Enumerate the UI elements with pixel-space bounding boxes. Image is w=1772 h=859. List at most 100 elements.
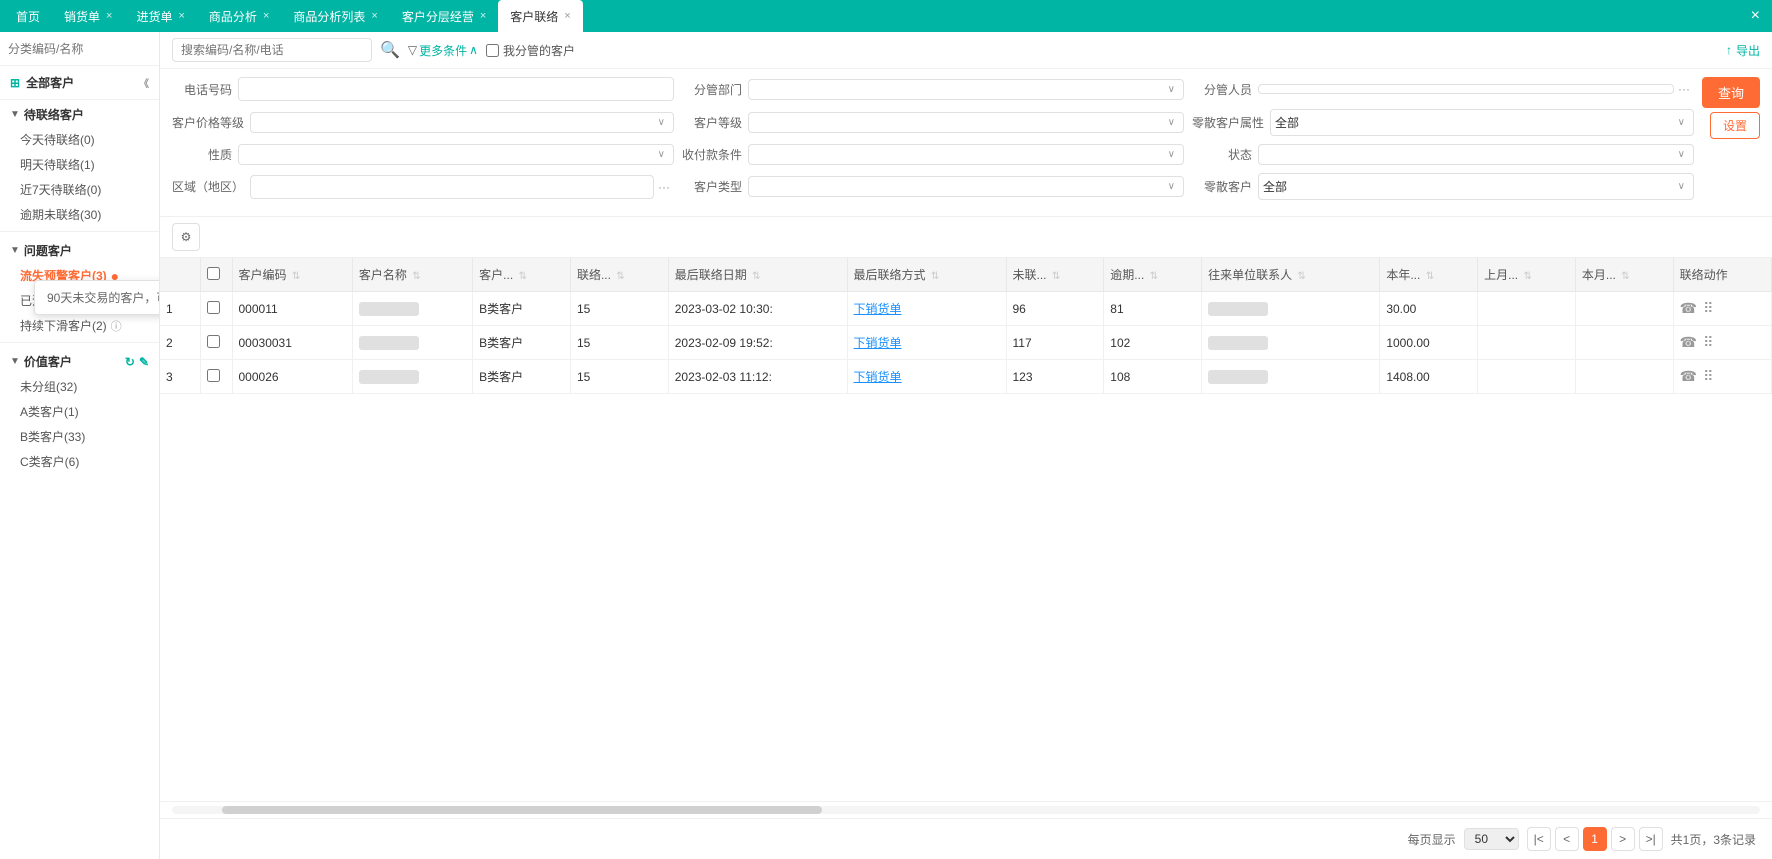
- action-contact-icon[interactable]: ☎: [1680, 334, 1697, 351]
- tab-purchase-order[interactable]: 进货单 ×: [124, 0, 196, 32]
- tab-close-customer-contact[interactable]: ×: [564, 10, 570, 22]
- sidebar-item-class-b[interactable]: B类客户(33): [0, 424, 159, 449]
- contact-method-link[interactable]: 下销货单: [854, 336, 902, 350]
- sidebar-all-customers[interactable]: ⊞ 全部客户 《: [0, 66, 159, 100]
- th-year-amount[interactable]: 本年... ⇅: [1380, 258, 1478, 292]
- th-overdue[interactable]: 逾期... ⇅: [1104, 258, 1202, 292]
- filter-ellipsis-person[interactable]: ···: [1674, 82, 1694, 96]
- edit-icon[interactable]: ✎: [139, 355, 149, 369]
- th-unit-contact[interactable]: 往来单位联系人 ⇅: [1202, 258, 1380, 292]
- filter-select-nature[interactable]: ∨: [238, 144, 674, 165]
- cell-last-method[interactable]: 下销货单: [847, 326, 1006, 360]
- refresh-icon[interactable]: ↻: [125, 355, 135, 369]
- chevron-customer-type: ∨: [1168, 181, 1175, 192]
- sidebar-item-7day-pending[interactable]: 近7天待联络(0): [0, 177, 159, 202]
- export-button[interactable]: ↑ 导出: [1726, 42, 1760, 59]
- action-more-icon[interactable]: ⠿: [1703, 368, 1713, 385]
- th-last-method[interactable]: 最后联络方式 ⇅: [847, 258, 1006, 292]
- sidebar-item-ungroup[interactable]: 未分组(32): [0, 374, 159, 399]
- sidebar-group-value-customers[interactable]: ▼ 价值客户 ↻ ✎: [0, 347, 159, 374]
- per-page-label: 每页显示: [1408, 831, 1456, 848]
- filter-select-person[interactable]: [1258, 84, 1674, 94]
- th-name[interactable]: 客户名称 ⇅: [352, 258, 472, 292]
- page-current[interactable]: 1: [1583, 827, 1607, 851]
- row-checkbox-2[interactable]: [207, 369, 220, 382]
- row-checkbox-1[interactable]: [207, 335, 220, 348]
- th-unlinked[interactable]: 未联... ⇅: [1006, 258, 1104, 292]
- filter-select-retail-attr[interactable]: 全部 ∨: [1270, 109, 1694, 136]
- sidebar-group-pending-contact[interactable]: ▼ 待联络客户: [0, 100, 159, 127]
- th-contact[interactable]: 联络... ⇅: [570, 258, 668, 292]
- per-page-select[interactable]: 50 100 200: [1464, 828, 1519, 850]
- sidebar-group-problem-customers[interactable]: ▼ 问题客户: [0, 236, 159, 263]
- sidebar-search-input[interactable]: [8, 42, 160, 56]
- filter-input-phone[interactable]: [238, 77, 674, 101]
- contact-method-link[interactable]: 下销货单: [854, 302, 902, 316]
- query-button[interactable]: 查询: [1702, 77, 1760, 108]
- filter-select-status[interactable]: ∨: [1258, 144, 1694, 165]
- th-code[interactable]: 客户编码 ⇅: [232, 258, 352, 292]
- tab-close-product-analysis[interactable]: ×: [263, 10, 269, 22]
- th-last-date[interactable]: 最后联络日期 ⇅: [668, 258, 847, 292]
- th-this-month[interactable]: 本月... ⇅: [1575, 258, 1673, 292]
- tab-sales-order[interactable]: 销货单 ×: [52, 0, 124, 32]
- cell-checkbox[interactable]: [200, 292, 232, 326]
- sidebar-item-class-c[interactable]: C类客户(6): [0, 449, 159, 474]
- tab-product-analysis-list[interactable]: 商品分析列表 ×: [281, 0, 389, 32]
- tab-close-purchase-order[interactable]: ×: [178, 10, 184, 22]
- page-last-btn[interactable]: >|: [1639, 827, 1663, 851]
- sidebar-item-overdue-pending[interactable]: 逾期未联络(30): [0, 202, 159, 227]
- sidebar-item-declining[interactable]: 持续下滑客户(2) ⓘ: [0, 313, 159, 338]
- action-contact-icon[interactable]: ☎: [1680, 300, 1697, 317]
- tab-product-analysis[interactable]: 商品分析 ×: [197, 0, 281, 32]
- tab-home[interactable]: 首页: [4, 0, 52, 32]
- sidebar-item-today-pending[interactable]: 今天待联络(0): [0, 127, 159, 152]
- cell-last-method[interactable]: 下销货单: [847, 292, 1006, 326]
- page-prev-btn[interactable]: <: [1555, 827, 1579, 851]
- cell-last-method[interactable]: 下销货单: [847, 360, 1006, 394]
- th-last-month[interactable]: 上月... ⇅: [1478, 258, 1576, 292]
- filter-search-button[interactable]: 🔍: [380, 40, 400, 60]
- action-more-icon[interactable]: ⠿: [1703, 334, 1713, 351]
- my-customers-filter[interactable]: 我分管的客户: [486, 42, 575, 59]
- filter-select-customer-type[interactable]: ∨: [748, 176, 1184, 197]
- tab-close-product-analysis-list[interactable]: ×: [371, 10, 377, 22]
- my-customers-checkbox[interactable]: [486, 44, 499, 57]
- window-close-button[interactable]: ×: [1743, 7, 1768, 25]
- filter-ellipsis-region[interactable]: ···: [654, 180, 674, 194]
- table-settings-button[interactable]: ⚙: [172, 223, 200, 251]
- filter-select-retail[interactable]: 全部 ∨: [1258, 173, 1694, 200]
- action-contact-icon[interactable]: ☎: [1680, 368, 1697, 385]
- filter-select-level[interactable]: ∨: [748, 112, 1184, 133]
- collapse-icon[interactable]: 《: [139, 75, 149, 90]
- cell-year-amount: 1408.00: [1380, 360, 1478, 394]
- blurred-contact-person: [1208, 336, 1268, 350]
- scroll-bar-container: [160, 801, 1772, 818]
- scroll-thumb[interactable]: [222, 806, 822, 814]
- page-first-btn[interactable]: |<: [1527, 827, 1551, 851]
- cell-contact: 15: [570, 292, 668, 326]
- th-customer-type[interactable]: 客户... ⇅: [473, 258, 571, 292]
- filter-select-payment[interactable]: ∨: [748, 144, 1184, 165]
- filter-field-status: 状态 ∨: [1192, 144, 1694, 165]
- sidebar-item-class-a[interactable]: A类客户(1): [0, 399, 159, 424]
- setting-button[interactable]: 设置: [1710, 112, 1760, 139]
- select-all-checkbox[interactable]: [207, 267, 220, 280]
- tab-close-customer-tier[interactable]: ×: [480, 10, 486, 22]
- tab-customer-tier[interactable]: 客户分层经营 ×: [390, 0, 498, 32]
- filter-label-nature: 性质: [172, 146, 232, 163]
- filter-input-region[interactable]: [250, 175, 654, 199]
- action-more-icon[interactable]: ⠿: [1703, 300, 1713, 317]
- sidebar-item-tomorrow-pending[interactable]: 明天待联络(1): [0, 152, 159, 177]
- tab-close-sales-order[interactable]: ×: [106, 10, 112, 22]
- contact-method-link[interactable]: 下销货单: [854, 370, 902, 384]
- cell-checkbox[interactable]: [200, 326, 232, 360]
- row-checkbox-0[interactable]: [207, 301, 220, 314]
- filter-search-input[interactable]: [172, 38, 372, 62]
- filter-select-price-level[interactable]: ∨: [250, 112, 674, 133]
- filter-select-dept[interactable]: ∨: [748, 79, 1184, 100]
- filter-more-btn[interactable]: ▽ 更多条件 ∧: [408, 42, 478, 59]
- page-next-btn[interactable]: >: [1611, 827, 1635, 851]
- cell-checkbox[interactable]: [200, 360, 232, 394]
- tab-customer-contact[interactable]: 客户联络 ×: [498, 0, 582, 32]
